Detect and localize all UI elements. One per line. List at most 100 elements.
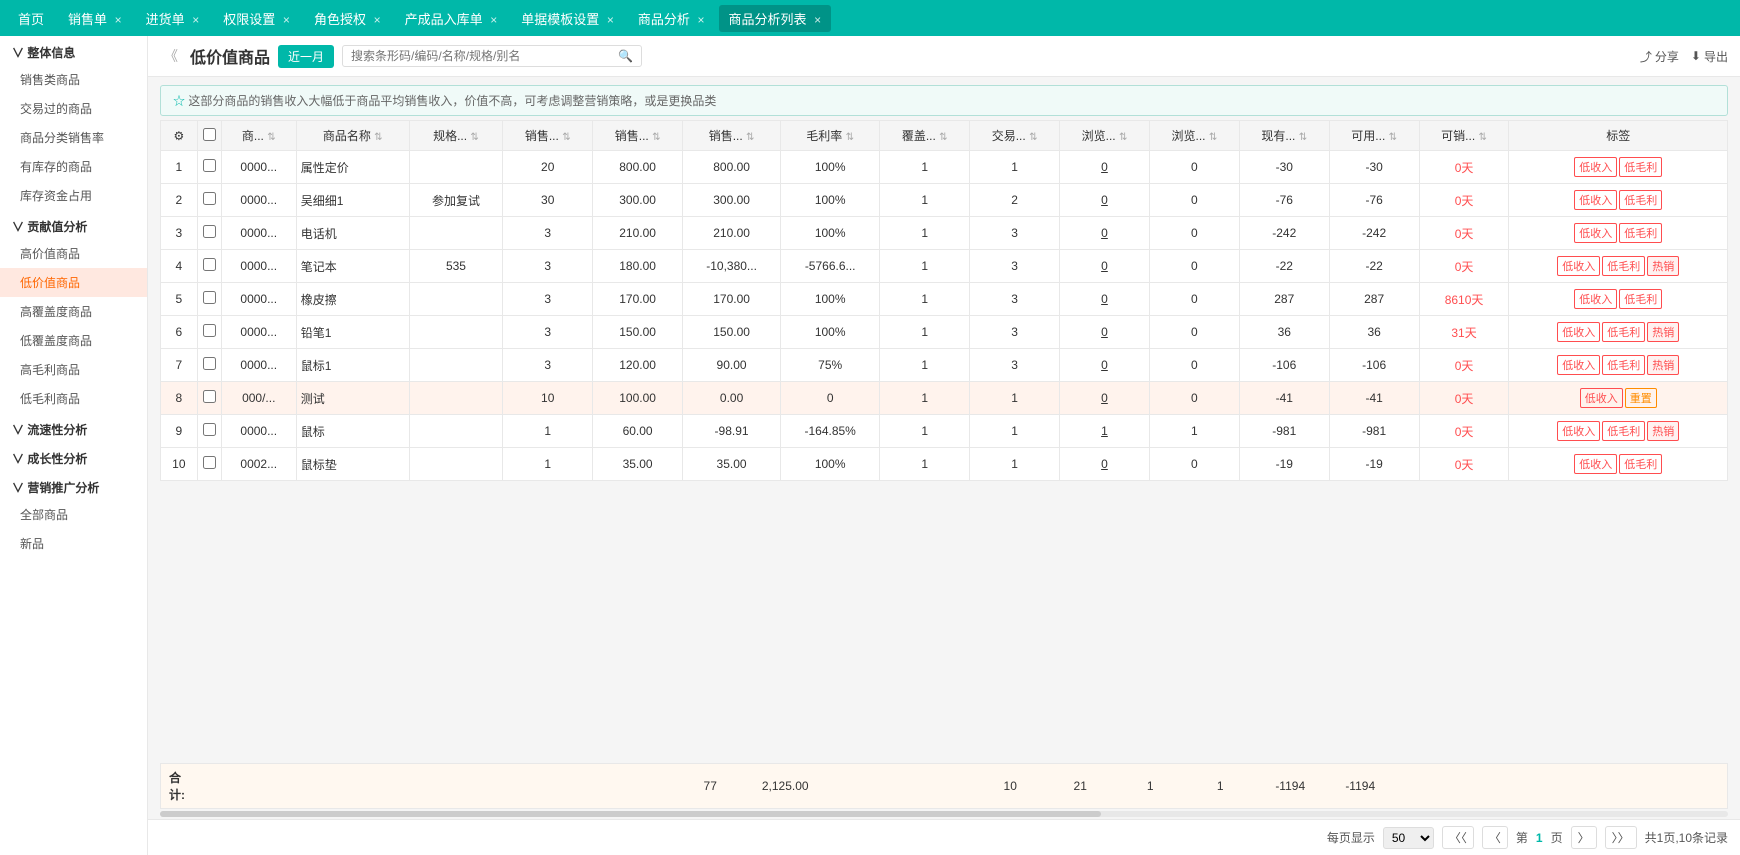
- sidebar-item-low-coverage[interactable]: 低覆盖度商品: [0, 326, 147, 355]
- nav-role[interactable]: 角色授权 ×: [304, 5, 391, 32]
- th-coverage[interactable]: 覆盖... ⇅: [880, 121, 970, 151]
- row-checkbox[interactable]: [203, 456, 216, 469]
- row-browse1[interactable]: 0: [1060, 382, 1150, 415]
- row-checkbox[interactable]: [203, 159, 216, 172]
- th-browse1[interactable]: 浏览... ⇅: [1060, 121, 1150, 151]
- nav-template[interactable]: 单据模板设置 ×: [511, 5, 624, 32]
- row-checkbox[interactable]: [203, 324, 216, 337]
- per-page-select[interactable]: 50 100 200: [1383, 827, 1434, 849]
- row-checkbox[interactable]: [203, 423, 216, 436]
- next-page-btn[interactable]: 〉: [1571, 826, 1597, 849]
- row-name[interactable]: 笔记本: [296, 250, 409, 283]
- search-icon[interactable]: 🔍: [618, 49, 633, 63]
- sidebar-item-new-products[interactable]: 新品: [0, 529, 147, 558]
- row-name[interactable]: 鼠标: [296, 415, 409, 448]
- nav-home[interactable]: 首页: [8, 5, 54, 32]
- row-name[interactable]: 橡皮擦: [296, 283, 409, 316]
- sidebar-item-category-sales-rate[interactable]: 商品分类销售率: [0, 123, 147, 152]
- browse-link[interactable]: 0: [1101, 160, 1108, 174]
- row-browse1[interactable]: 0: [1060, 283, 1150, 316]
- th-spec[interactable]: 规格... ⇅: [409, 121, 503, 151]
- first-page-btn[interactable]: 〈〈: [1442, 826, 1474, 849]
- row-name[interactable]: 鼠标垫: [296, 448, 409, 481]
- row-name[interactable]: 铅笔1: [296, 316, 409, 349]
- row-name[interactable]: 电话机: [296, 217, 409, 250]
- row-checkbox[interactable]: [203, 225, 216, 238]
- th-available-stock[interactable]: 可用... ⇅: [1329, 121, 1419, 151]
- browse-link[interactable]: 0: [1101, 226, 1108, 240]
- select-all-checkbox[interactable]: [203, 128, 216, 141]
- th-profit-rate[interactable]: 毛利率 ⇅: [781, 121, 880, 151]
- sidebar-group-marketing[interactable]: ∨ 营销推广分析: [0, 471, 147, 500]
- row-browse1[interactable]: 0: [1060, 151, 1150, 184]
- collapse-sidebar-btn[interactable]: 《: [160, 44, 182, 68]
- browse-link[interactable]: 1: [1101, 424, 1108, 438]
- nav-purchase[interactable]: 进货单 ×: [136, 5, 210, 32]
- row-name[interactable]: 测试: [296, 382, 409, 415]
- row-browse1[interactable]: 0: [1060, 250, 1150, 283]
- total-sales1: 2,125.00: [745, 764, 825, 809]
- sidebar-group-growth[interactable]: ∨ 成长性分析: [0, 442, 147, 471]
- nav-product-in[interactable]: 产成品入库单 ×: [395, 5, 508, 32]
- sidebar-item-high-value[interactable]: 高价值商品: [0, 239, 147, 268]
- row-browse1[interactable]: 0: [1060, 448, 1150, 481]
- browse-link[interactable]: 0: [1101, 325, 1108, 339]
- row-checkbox[interactable]: [203, 357, 216, 370]
- nav-product-analysis[interactable]: 商品分析 ×: [628, 5, 715, 32]
- row-checkbox[interactable]: [203, 192, 216, 205]
- row-browse1[interactable]: 1: [1060, 415, 1150, 448]
- row-name[interactable]: 鼠标1: [296, 349, 409, 382]
- sidebar-item-all-products[interactable]: 全部商品: [0, 500, 147, 529]
- sidebar-group-overall[interactable]: ∨ 整体信息: [0, 36, 147, 65]
- browse-link[interactable]: 0: [1101, 391, 1108, 405]
- th-name[interactable]: 商品名称 ⇅: [296, 121, 409, 151]
- sidebar-item-traded-products[interactable]: 交易过的商品: [0, 94, 147, 123]
- browse-link[interactable]: 0: [1101, 193, 1108, 207]
- th-trade[interactable]: 交易... ⇅: [970, 121, 1060, 151]
- nav-product-analysis-list[interactable]: 商品分析列表 ×: [719, 5, 832, 32]
- row-checkbox[interactable]: [203, 258, 216, 271]
- th-sales1[interactable]: 销售... ⇅: [593, 121, 683, 151]
- th-tags[interactable]: 标签: [1509, 121, 1728, 151]
- prev-page-btn[interactable]: 〈: [1482, 826, 1508, 849]
- th-settings[interactable]: ⚙: [161, 121, 198, 151]
- row-browse1[interactable]: 0: [1060, 184, 1150, 217]
- row-browse1[interactable]: 0: [1060, 349, 1150, 382]
- scroll-bar[interactable]: [160, 811, 1728, 817]
- sidebar-item-sales-products[interactable]: 销售类商品: [0, 65, 147, 94]
- share-btn[interactable]: ⤴ 分享: [1640, 48, 1679, 65]
- row-browse2: 1: [1149, 415, 1239, 448]
- row-name[interactable]: 吴细细1: [296, 184, 409, 217]
- th-sales2[interactable]: 销售... ⇅: [683, 121, 781, 151]
- browse-link[interactable]: 0: [1101, 358, 1108, 372]
- th-current-stock[interactable]: 现有... ⇅: [1239, 121, 1329, 151]
- search-input[interactable]: [351, 49, 614, 63]
- sidebar-item-low-value[interactable]: 低价值商品: [0, 268, 147, 297]
- row-checkbox[interactable]: [203, 390, 216, 403]
- th-qty[interactable]: 销售... ⇅: [503, 121, 593, 151]
- th-browse2[interactable]: 浏览... ⇅: [1149, 121, 1239, 151]
- sidebar-item-low-margin[interactable]: 低毛利商品: [0, 384, 147, 413]
- row-browse1[interactable]: 0: [1060, 217, 1150, 250]
- sidebar-group-velocity[interactable]: ∨ 流速性分析: [0, 413, 147, 442]
- browse-link[interactable]: 0: [1101, 457, 1108, 471]
- th-code[interactable]: 商... ⇅: [221, 121, 296, 151]
- sidebar-item-inventory-capital[interactable]: 库存资金占用: [0, 181, 147, 210]
- browse-link[interactable]: 0: [1101, 259, 1108, 273]
- sidebar-item-high-coverage[interactable]: 高覆盖度商品: [0, 297, 147, 326]
- row-name[interactable]: 属性定价: [296, 151, 409, 184]
- filter-recent-month-btn[interactable]: 近一月: [278, 45, 334, 68]
- th-saleable[interactable]: 可销... ⇅: [1419, 121, 1509, 151]
- export-btn[interactable]: ⬇ 导出: [1691, 48, 1728, 65]
- nav-permission[interactable]: 权限设置 ×: [213, 5, 300, 32]
- sidebar-item-high-margin[interactable]: 高毛利商品: [0, 355, 147, 384]
- sidebar-group-contribution[interactable]: ∨ 贡献值分析: [0, 210, 147, 239]
- row-checkbox[interactable]: [203, 291, 216, 304]
- th-checkbox[interactable]: [197, 121, 221, 151]
- last-page-btn[interactable]: 〉〉: [1605, 826, 1637, 849]
- nav-sales[interactable]: 销售单 ×: [58, 5, 132, 32]
- browse-link[interactable]: 0: [1101, 292, 1108, 306]
- row-tags: 低收入重置: [1509, 382, 1728, 415]
- row-browse1[interactable]: 0: [1060, 316, 1150, 349]
- sidebar-item-stocked-products[interactable]: 有库存的商品: [0, 152, 147, 181]
